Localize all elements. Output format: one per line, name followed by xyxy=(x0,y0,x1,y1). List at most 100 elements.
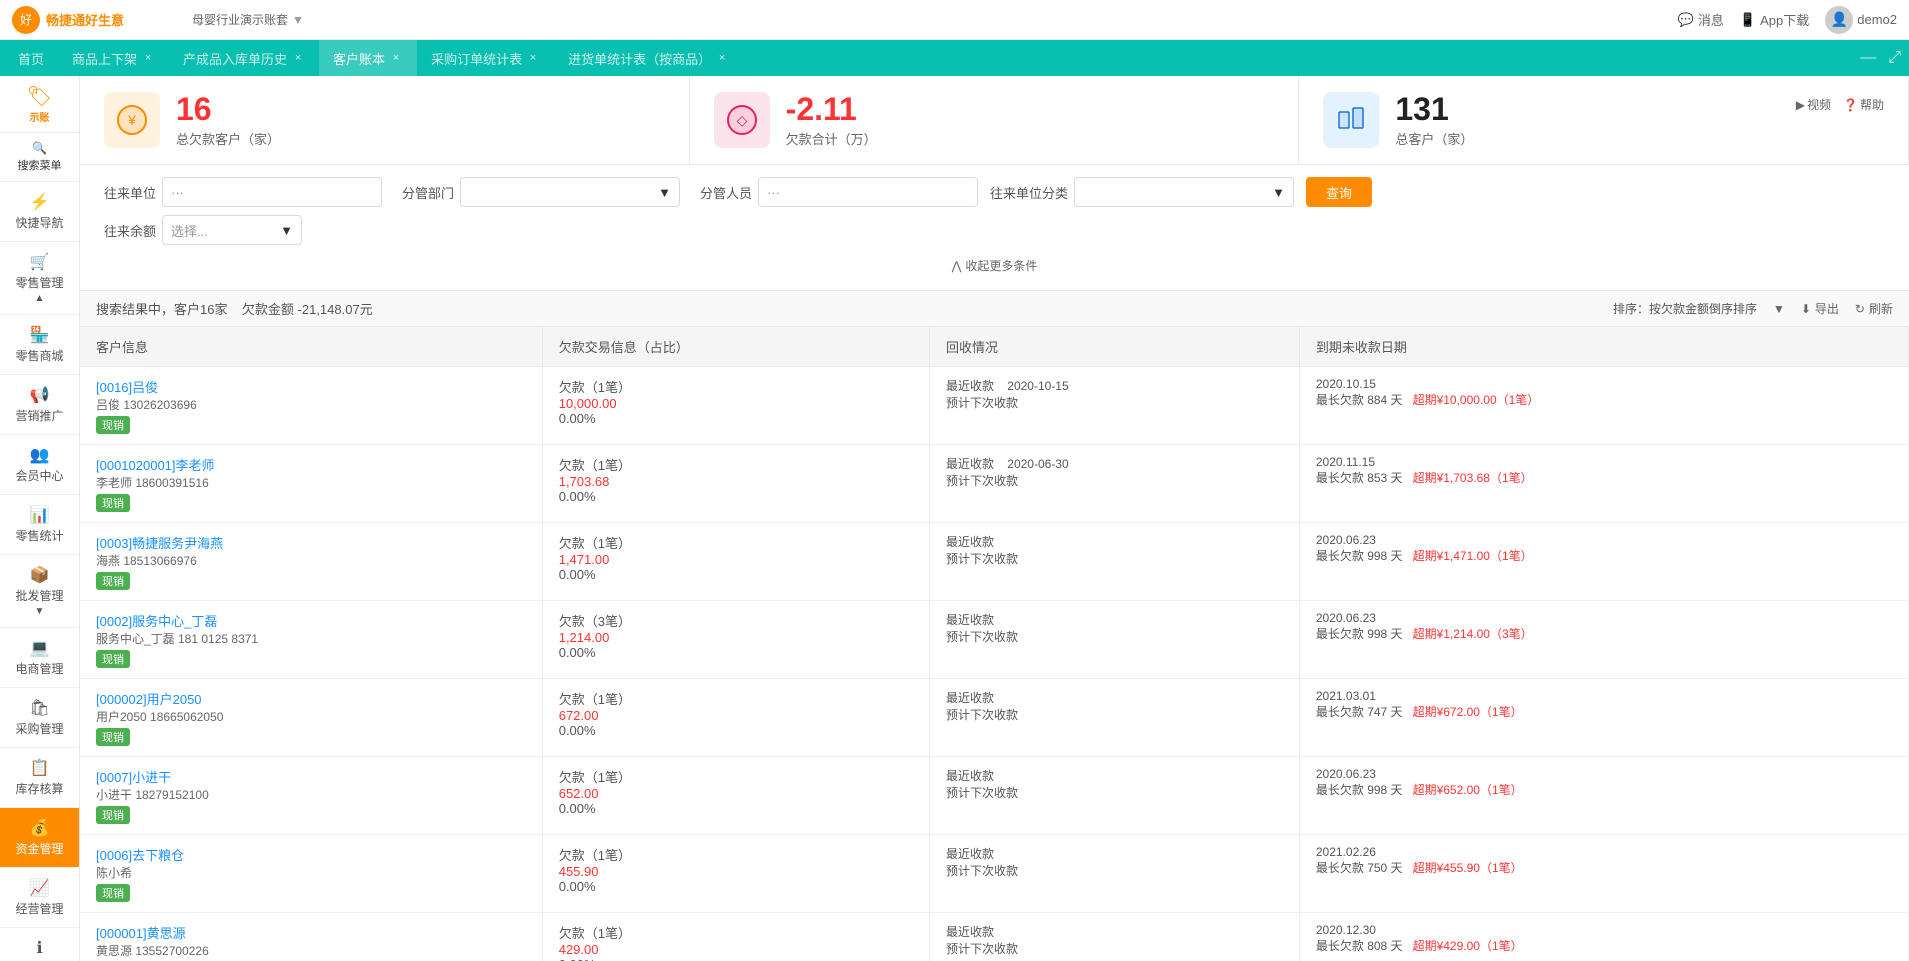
app-download-button[interactable]: 📱 App下载 xyxy=(1740,10,1809,29)
last-collection-label: 最近收款 2020-10-15 xyxy=(946,377,1283,394)
top-bar: 好 畅捷通好生意 母婴行业演示账套 ▼ 💬 消息 📱 App下载 👤 demo2 xyxy=(0,0,1909,40)
tab-purchase-label: 采购订单统计表 xyxy=(431,49,522,68)
customer-name-link[interactable]: [000001]黄思源 xyxy=(96,923,526,942)
export-button[interactable]: ⬇ 导出 xyxy=(1801,300,1839,317)
debt-count: 欠款（1笔） xyxy=(559,845,913,864)
customer-name-link[interactable]: [0016]吕俊 xyxy=(96,377,526,396)
tab-goods[interactable]: 商品上下架 × xyxy=(58,40,169,76)
collection-cell: 最近收款 预计下次收款 xyxy=(929,679,1299,757)
overdue-amount-link[interactable]: 超期¥429.00（1笔） xyxy=(1413,939,1523,953)
last-collection-label: 最近收款 xyxy=(946,767,1283,784)
due-date: 2021.02.26 xyxy=(1316,845,1892,859)
overdue-amount-link[interactable]: 超期¥1,214.00（3笔） xyxy=(1413,627,1533,641)
stat-number-debt-amount: -2.11 xyxy=(786,93,1275,125)
department-select[interactable]: ▼ xyxy=(460,177,680,207)
debt-count: 欠款（1笔） xyxy=(559,377,913,396)
customer-name-link[interactable]: [0007]小进干 xyxy=(96,767,526,786)
overdue-amount-link[interactable]: 超期¥1,703.68（1笔） xyxy=(1413,471,1533,485)
retail-mall-icon: 🏪 xyxy=(30,325,50,345)
stat-icon-debt-amount: ◇ xyxy=(714,92,770,148)
overdue-amount-link[interactable]: 超期¥672.00（1笔） xyxy=(1413,705,1523,719)
debt-amount: 429.00 xyxy=(559,942,913,957)
search-result-text: 搜索结果中，客户16家 xyxy=(96,302,227,317)
account-dropdown-icon[interactable]: ▼ xyxy=(292,13,304,27)
sidebar-item-basic-info[interactable]: ℹ 基础信息 xyxy=(0,928,79,961)
debt-count: 欠款（1笔） xyxy=(559,767,913,786)
sort-dropdown-icon[interactable]: ▼ xyxy=(1773,302,1785,316)
next-collection-label: 预计下次收款 xyxy=(946,394,1283,411)
tab-inventory[interactable]: 进货单统计表（按商品） × xyxy=(554,40,743,76)
user-menu[interactable]: 👤 demo2 xyxy=(1825,6,1897,34)
sidebar-item-search[interactable]: 🔍 搜索菜单 xyxy=(0,133,79,182)
sidebar-item-purchase[interactable]: 🛍 采购管理 xyxy=(0,688,79,748)
sidebar-item-marketing[interactable]: 📢 营销推广 xyxy=(0,375,79,435)
sidebar-item-operation[interactable]: 📈 经营管理 xyxy=(0,868,79,928)
operation-icon: 📈 xyxy=(30,878,50,898)
customer-name-link[interactable]: [0006]去下粮仓 xyxy=(96,845,526,864)
stat-label-total-customers: 总客户（家） xyxy=(1395,129,1779,148)
customer-name-link[interactable]: [0003]畅捷服务尹海燕 xyxy=(96,533,526,552)
source-unit-label: 往来单位 xyxy=(96,183,156,202)
last-collection-label: 最近收款 xyxy=(946,533,1283,550)
refresh-button[interactable]: ↻ 刷新 xyxy=(1855,300,1893,317)
customer-name-link[interactable]: [0001020001]李老师 xyxy=(96,455,526,474)
next-collection-label: 预计下次收款 xyxy=(946,628,1283,645)
tab-customer-close[interactable]: × xyxy=(389,51,403,65)
unit-category-select[interactable]: ▼ xyxy=(1074,177,1294,207)
balance-select[interactable]: 选择... ▼ xyxy=(162,215,302,245)
sidebar-item-batch-mgmt[interactable]: 📦 批发管理 ▼ xyxy=(0,555,79,628)
customer-name-link[interactable]: [000002]用户2050 xyxy=(96,689,526,708)
message-icon: 💬 xyxy=(1678,12,1694,28)
customer-info-cell: [0016]吕俊 吕俊 13026203696 现销 xyxy=(80,367,542,445)
collection-cell: 最近收款 2020-10-15 预计下次收款 xyxy=(929,367,1299,445)
sidebar-item-ecommerce[interactable]: 💻 电商管理 xyxy=(0,628,79,688)
tab-goods-close[interactable]: × xyxy=(141,51,155,65)
sidebar-item-member[interactable]: 👥 会员中心 xyxy=(0,435,79,495)
tab-customer[interactable]: 客户账本 × xyxy=(319,40,417,76)
customer-name-link[interactable]: [0002]服务中心_丁磊 xyxy=(96,611,526,630)
balance-dropdown-icon: ▼ xyxy=(280,223,293,238)
tab-product[interactable]: 产成品入库单历史 × xyxy=(169,40,319,76)
sidebar-finance-label: 资金管理 xyxy=(15,840,63,857)
th-debt-info: 欠款交易信息（占比） xyxy=(542,327,929,367)
overdue-amount-link[interactable]: 超期¥455.90（1笔） xyxy=(1413,861,1523,875)
collapse-button[interactable]: ⋀ 收起更多条件 xyxy=(96,253,1893,278)
last-collection-label: 最近收款 xyxy=(946,845,1283,862)
max-overdue-days: 最长欠款 998 天 超期¥1,471.00（1笔） xyxy=(1316,547,1892,564)
sidebar-item-inventory[interactable]: 📋 库存核算 xyxy=(0,748,79,808)
sidebar-item-retail-stat[interactable]: 📊 零售统计 xyxy=(0,495,79,555)
message-button[interactable]: 💬 消息 xyxy=(1678,10,1724,29)
sidebar-item-retail-mgmt[interactable]: 🛒 零售管理 ▲ xyxy=(0,242,79,315)
table-body: [0016]吕俊 吕俊 13026203696 现销 欠款（1笔） 10,000… xyxy=(80,367,1909,961)
basic-info-icon: ℹ xyxy=(36,938,42,958)
filter-row-1: 往来单位 ··· 分管部门 ▼ 分管人员 xyxy=(96,177,1893,207)
tab-inventory-close[interactable]: × xyxy=(715,51,729,65)
due-date: 2020.06.23 xyxy=(1316,611,1892,625)
overdue-amount-link[interactable]: 超期¥1,471.00（1笔） xyxy=(1413,549,1533,563)
sidebar-item-quicknav[interactable]: ⚡ 快捷导航 xyxy=(0,182,79,242)
tab-product-close[interactable]: × xyxy=(291,51,305,65)
tab-maximize-icon[interactable]: ⤢ xyxy=(1884,45,1905,71)
overdue-amount-link[interactable]: 超期¥10,000.00（1笔） xyxy=(1413,393,1540,407)
debt-amount: 455.90 xyxy=(559,864,913,879)
manager-input[interactable]: ··· xyxy=(758,177,978,207)
help-button[interactable]: ❓ 帮助 xyxy=(1843,96,1884,113)
tab-home[interactable]: 首页 xyxy=(4,40,58,76)
retail-stat-icon: 📊 xyxy=(30,505,50,525)
source-unit-input[interactable]: ··· xyxy=(162,177,382,207)
tab-purchase-close[interactable]: × xyxy=(526,51,540,65)
sidebar-item-retail-mall[interactable]: 🏪 零售商城 xyxy=(0,315,79,375)
due-date: 2020.10.15 xyxy=(1316,377,1892,391)
overdue-amount-link[interactable]: 超期¥652.00（1笔） xyxy=(1413,783,1523,797)
search-button[interactable]: 查询 xyxy=(1306,177,1372,207)
debt-info-cell: 欠款（1笔） 10,000.00 0.00% xyxy=(542,367,929,445)
tab-minimize-icon[interactable]: — xyxy=(1856,45,1880,71)
filter-balance: 往来余额 选择... ▼ xyxy=(96,215,302,245)
debt-count: 欠款（1笔） xyxy=(559,689,913,708)
filter-area: 往来单位 ··· 分管部门 ▼ 分管人员 xyxy=(80,165,1909,291)
video-button[interactable]: ▶ 视频 xyxy=(1796,96,1831,113)
sidebar-item-finance[interactable]: 💰 资金管理 xyxy=(0,808,79,868)
next-collection-label: 预计下次收款 xyxy=(946,940,1283,957)
tab-purchase[interactable]: 采购订单统计表 × xyxy=(417,40,554,76)
max-overdue-days: 最长欠款 747 天 超期¥672.00（1笔） xyxy=(1316,703,1892,720)
